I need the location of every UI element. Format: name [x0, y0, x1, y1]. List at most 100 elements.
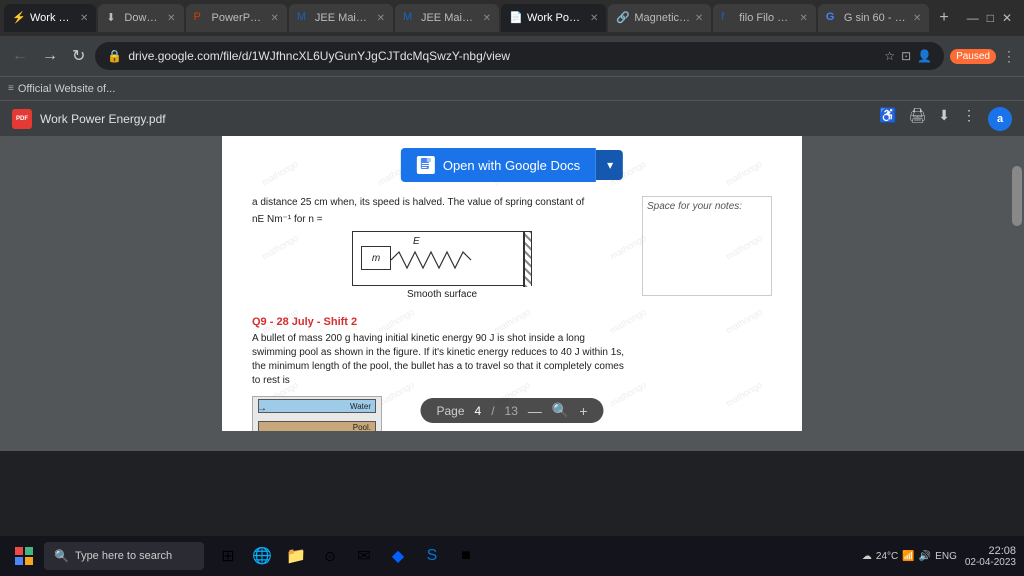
water-section: Water [258, 399, 376, 413]
volume-icon: 🔊 [919, 551, 931, 562]
taskbar-app-icons: ⊞ 🌐 📁 ⊙ ✉ ◆ S ■ [212, 540, 482, 572]
taskbar: 🔍 Type here to search ⊞ 🌐 📁 ⊙ ✉ ◆ S ■ ☁ … [0, 536, 1024, 576]
maximize-button[interactable]: □ [987, 11, 994, 25]
wall [523, 232, 531, 287]
network-icon: 📶 [902, 551, 914, 562]
open-with-google-docs-button[interactable]: Open with Google Docs [401, 148, 596, 182]
tab-label-6: Work Power E... [527, 12, 586, 24]
google-docs-icon [417, 156, 435, 174]
tab-magnetic[interactable]: 🔗 Magnetic Effe... ✕ [608, 4, 711, 32]
tab-close-4[interactable]: ✕ [377, 13, 385, 24]
notes-label: Space for your notes: [647, 201, 767, 212]
start-button[interactable] [8, 540, 40, 572]
open-gdocs-container: Open with Google Docs ▾ [401, 148, 623, 182]
water-label: Water [350, 402, 371, 411]
system-tray: ☁ 24°C 📶 🔊 ENG [862, 551, 957, 562]
tab-close-6[interactable]: ✕ [590, 13, 598, 24]
pool-diagram: Water Pool. → [252, 396, 382, 431]
pdf-icon: PDF [12, 109, 32, 129]
reload-button[interactable]: ↻ [68, 42, 89, 70]
print-icon[interactable]: 🖨 [908, 107, 926, 131]
tab-favicon-6: 📄 [509, 11, 523, 25]
taskbar-search-icon: 🔍 [54, 549, 69, 563]
cast-icon[interactable]: ⊡ [901, 49, 911, 63]
tab-label-9: G sin 60 - Goog... [844, 12, 909, 24]
tab-favicon-8: f [721, 11, 735, 25]
page-label: Page [436, 404, 464, 418]
scrollbar-thumb[interactable] [1012, 166, 1022, 226]
page-controls: Page 4 / 13 — 🔍 + [420, 398, 603, 423]
spring-diagram: E m [252, 231, 632, 308]
bookmarks-icon: ≡ [8, 83, 14, 94]
taskbar-right: ☁ 24°C 📶 🔊 ENG 22:08 02-04-2023 [862, 545, 1016, 568]
spring-e-label: E [413, 236, 420, 247]
star-icon[interactable]: ☆ [884, 49, 895, 63]
tab-jee1[interactable]: M JEE Main 202... ✕ [289, 4, 393, 32]
download-icon[interactable]: ⬇ [938, 107, 950, 131]
scroll-area[interactable]: mathongo mathongo mathongo mathongo math… [0, 136, 1024, 451]
tab-label-5: JEE Main 202... [421, 12, 479, 24]
zoom-plus-button[interactable]: + [579, 403, 587, 419]
tab-google[interactable]: G G sin 60 - Goog... ✕ [818, 4, 930, 32]
address-bar: ← → ↻ 🔒 drive.google.com/file/d/1WJfhncX… [0, 36, 1024, 76]
taskbar-app2[interactable]: ■ [450, 540, 482, 572]
tab-work-power[interactable]: 📄 Work Power E... ✕ [501, 4, 606, 32]
page-separator: / [491, 404, 494, 418]
tab-close-2[interactable]: ✕ [167, 13, 175, 24]
taskbar-search[interactable]: 🔍 Type here to search [44, 542, 204, 570]
taskbar-clock[interactable]: 22:08 02-04-2023 [965, 545, 1016, 568]
forward-button[interactable]: → [38, 43, 62, 69]
pdf-viewer-header: PDF Work Power Energy.pdf ♿ 🖨 ⬇ ⋮ a [0, 100, 1024, 136]
tab-close-1[interactable]: ✕ [80, 13, 88, 24]
settings-icon[interactable]: ⋮ [1002, 48, 1016, 65]
tab-filo[interactable]: f filo Filo Student ✕ [713, 4, 816, 32]
taskbar-task-view[interactable]: ⊞ [212, 540, 244, 572]
taskbar-file-explorer[interactable]: 📁 [280, 540, 312, 572]
more-options-icon[interactable]: ⋮ [962, 107, 976, 131]
temperature: 24°C [876, 551, 898, 562]
bookmark-item[interactable]: Official Website of... [18, 83, 115, 95]
taskbar-app1[interactable]: S [416, 540, 448, 572]
q9-text: A bullet of mass 200 g having initial ki… [252, 332, 632, 388]
tab-downloads[interactable]: ⬇ Downloads ✕ [98, 4, 183, 32]
accessibility-icon[interactable]: ♿ [879, 107, 896, 131]
notes-column: Space for your notes: [642, 196, 772, 431]
taskbar-dropbox[interactable]: ◆ [382, 540, 414, 572]
zoom-minus-button[interactable]: — [528, 403, 542, 419]
spring-coil-svg [391, 250, 491, 270]
tab-close-3[interactable]: ✕ [271, 13, 279, 24]
tab-close-7[interactable]: ✕ [695, 13, 703, 24]
pdf-header-icons: ♿ 🖨 ⬇ ⋮ a [879, 107, 1012, 131]
tab-jee2[interactable]: M JEE Main 202... ✕ [395, 4, 499, 32]
taskbar-chrome[interactable]: ⊙ [314, 540, 346, 572]
open-gdocs-dropdown[interactable]: ▾ [596, 150, 623, 180]
search-icon[interactable]: 🔍 [552, 402, 569, 419]
tab-close-8[interactable]: ✕ [799, 13, 807, 24]
minimize-button[interactable]: — [967, 11, 979, 25]
pdf-main-columns: a distance 25 cm when, its speed is halv… [252, 196, 772, 431]
profile-icon[interactable]: 👤 [917, 49, 932, 63]
new-tab-button[interactable]: + [931, 5, 956, 31]
lang-indicator: ENG [935, 551, 957, 562]
scrollbar[interactable] [1010, 136, 1024, 451]
tab-close-9[interactable]: ✕ [913, 13, 921, 24]
account-avatar[interactable]: a [988, 107, 1012, 131]
formula-line: nE Nm⁻¹ for n = [252, 212, 632, 227]
tab-powerpoint[interactable]: P PowerPoint P... ✕ [186, 4, 287, 32]
tab-close-5[interactable]: ✕ [483, 13, 491, 24]
tab-favicon-3: P [194, 11, 208, 25]
notes-section: Space for your notes: [642, 196, 772, 296]
url-bar[interactable]: 🔒 drive.google.com/file/d/1WJfhncXL6UyGu… [95, 42, 944, 70]
taskbar-edge[interactable]: 🌐 [246, 540, 278, 572]
close-button[interactable]: ✕ [1002, 11, 1012, 25]
clock-date: 02-04-2023 [965, 557, 1016, 568]
back-button[interactable]: ← [8, 43, 32, 69]
pdf-title: Work Power Energy.pdf [40, 112, 871, 126]
tab-work-energy[interactable]: ⚡ Work Energy ✕ [4, 4, 96, 32]
bullet-arrow: → [257, 403, 267, 414]
bookmarks-bar: ≡ Official Website of... [0, 76, 1024, 100]
q9-header: Q9 - 28 July - Shift 2 [252, 316, 632, 328]
paused-badge: Paused [950, 49, 996, 64]
taskbar-mail[interactable]: ✉ [348, 540, 380, 572]
tab-label-3: PowerPoint P... [212, 12, 267, 24]
